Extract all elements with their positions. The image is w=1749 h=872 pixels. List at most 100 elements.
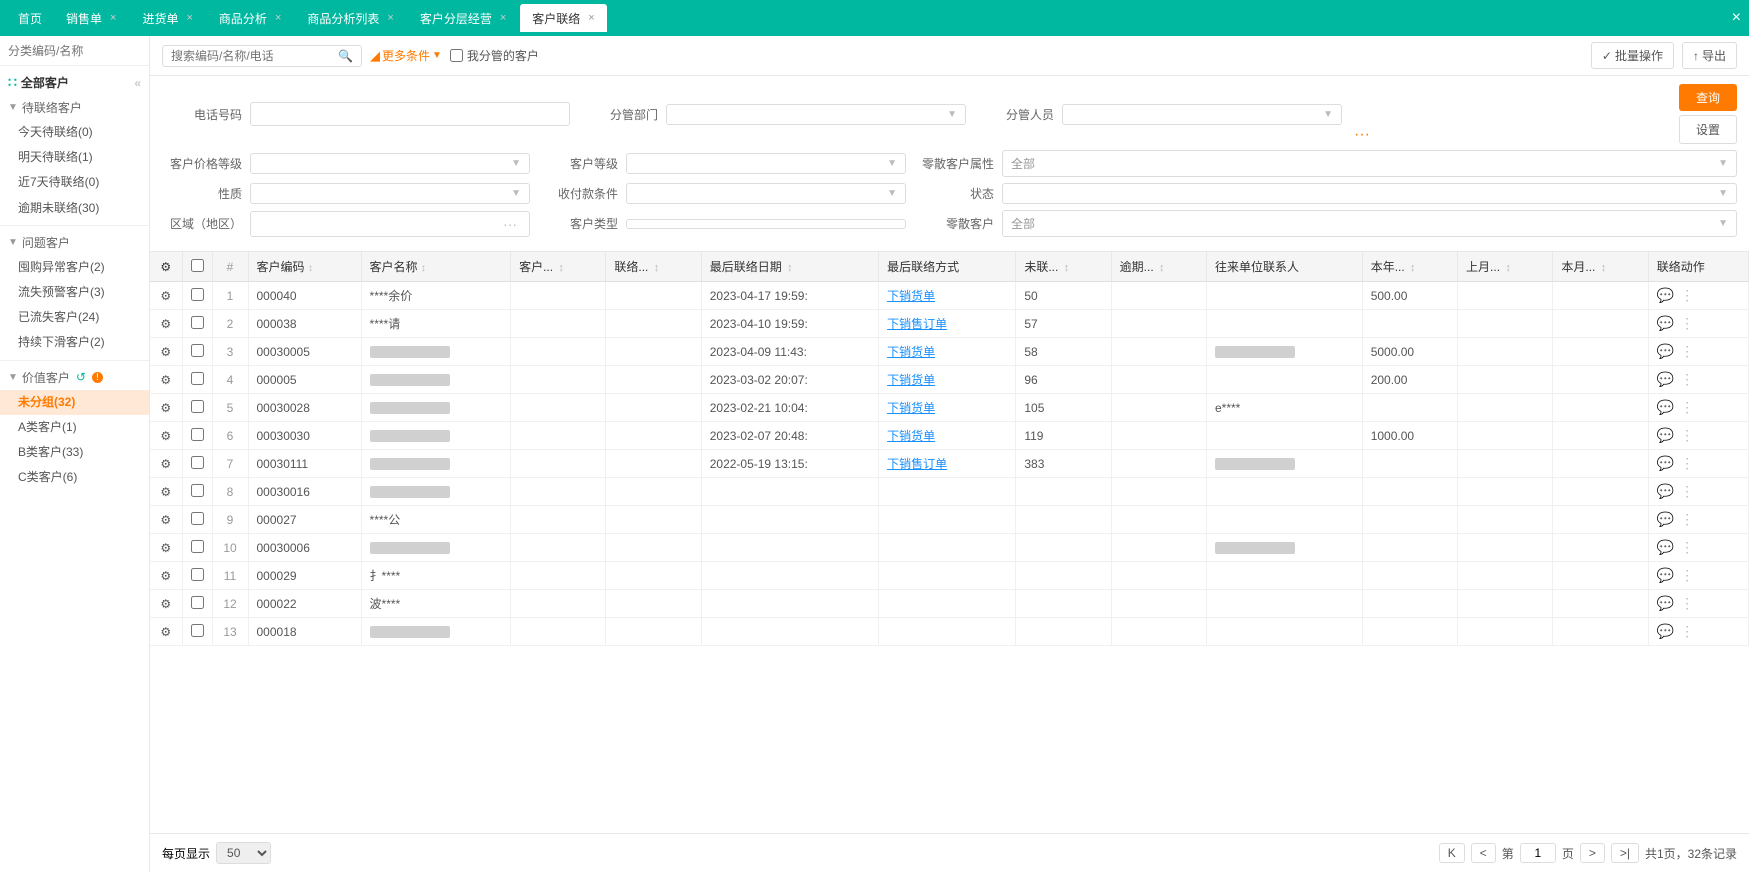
more-icon-11[interactable]: ⋮	[1680, 595, 1694, 612]
th-last-way[interactable]: 最后联络方式	[879, 252, 1016, 282]
row-gear-7[interactable]: ⚙	[150, 478, 182, 506]
customer-level-select[interactable]: ▼	[626, 153, 906, 174]
sidebar-item-7days[interactable]: 近7天待联络(0)	[0, 170, 149, 195]
status-select[interactable]: ▼	[1002, 183, 1737, 204]
price-level-select[interactable]: ▼	[250, 153, 530, 174]
next-page-btn[interactable]: >	[1580, 843, 1605, 863]
sidebar-item-b-class[interactable]: B类客户(33)	[0, 440, 149, 465]
th-gear[interactable]: ⚙	[150, 252, 182, 282]
sidebar-item-today[interactable]: 今天待联络(0)	[0, 120, 149, 145]
row-last-way-1[interactable]: 下销售订单	[879, 310, 1016, 338]
phone-input[interactable]	[250, 102, 570, 126]
close-sales-tab[interactable]: ×	[110, 12, 116, 24]
retail-attr-select[interactable]: 全部 ▼	[1002, 150, 1737, 177]
th-contact-person[interactable]: 往来单位联系人	[1207, 252, 1363, 282]
first-page-btn[interactable]: K	[1439, 843, 1465, 863]
more-icon-3[interactable]: ⋮	[1680, 371, 1694, 388]
tab-goods-analysis[interactable]: 商品分析 ×	[207, 4, 293, 32]
row-check-11[interactable]	[182, 590, 212, 618]
filter-search-box[interactable]: 🔍	[162, 45, 362, 67]
contact-icon-2[interactable]: 💬	[1657, 343, 1674, 360]
dept-select[interactable]: ▼	[666, 104, 966, 125]
row-checkbox-5[interactable]	[191, 428, 204, 441]
reset-btn[interactable]: 设置	[1679, 115, 1737, 144]
row-checkbox-3[interactable]	[191, 372, 204, 385]
section-problem-customers[interactable]: ▼ 问题客户	[0, 230, 149, 255]
region-select[interactable]: ···	[250, 211, 530, 237]
refresh-icon[interactable]: ↺	[76, 370, 86, 384]
contact-icon-0[interactable]: 💬	[1657, 287, 1674, 304]
contact-icon-12[interactable]: 💬	[1657, 623, 1674, 640]
row-check-12[interactable]	[182, 618, 212, 646]
tab-customer-contact[interactable]: 客户联络 ×	[520, 4, 606, 32]
sidebar-search-input[interactable]	[8, 44, 150, 58]
more-icon-10[interactable]: ⋮	[1680, 567, 1694, 584]
sidebar-search-box[interactable]: ⌕	[0, 36, 149, 66]
row-gear-12[interactable]: ⚙	[150, 618, 182, 646]
section-value-customers[interactable]: ▼ 价值客户 ↺ !	[0, 365, 149, 390]
more-icon-9[interactable]: ⋮	[1680, 539, 1694, 556]
contact-icon-7[interactable]: 💬	[1657, 483, 1674, 500]
export-btn[interactable]: ↑ 导出	[1682, 42, 1737, 69]
tab-home[interactable]: 首页	[8, 4, 52, 32]
extra-btn-1[interactable]: ···	[1350, 126, 1374, 144]
row-last-way-2[interactable]: 下销货单	[879, 338, 1016, 366]
row-check-4[interactable]	[182, 394, 212, 422]
my-customers-checkbox[interactable]	[450, 49, 463, 62]
row-check-1[interactable]	[182, 310, 212, 338]
row-check-6[interactable]	[182, 450, 212, 478]
close-customer-mgr-tab[interactable]: ×	[500, 12, 506, 24]
row-check-2[interactable]	[182, 338, 212, 366]
th-last-month[interactable]: 上月... ↕	[1458, 252, 1553, 282]
row-checkbox-1[interactable]	[191, 316, 204, 329]
more-icon-0[interactable]: ⋮	[1680, 287, 1694, 304]
contact-icon-4[interactable]: 💬	[1657, 399, 1674, 416]
more-conditions-btn[interactable]: ◢ 更多条件 ▼	[370, 47, 442, 64]
sidebar-item-c-class[interactable]: C类客户(6)	[0, 465, 149, 490]
retail-select[interactable]: 全部 ▼	[1002, 210, 1737, 237]
more-icon-8[interactable]: ⋮	[1680, 511, 1694, 528]
more-icon-6[interactable]: ⋮	[1680, 455, 1694, 472]
tab-customer-mgr[interactable]: 客户分层经营 ×	[408, 4, 518, 32]
row-last-way-0[interactable]: 下销货单	[879, 282, 1016, 310]
row-last-way-5[interactable]: 下销货单	[879, 422, 1016, 450]
th-last-date[interactable]: 最后联络日期 ↕	[701, 252, 878, 282]
contact-icon-10[interactable]: 💬	[1657, 567, 1674, 584]
current-page-input[interactable]	[1520, 843, 1556, 863]
row-check-5[interactable]	[182, 422, 212, 450]
row-gear-4[interactable]: ⚙	[150, 394, 182, 422]
tab-sales[interactable]: 销售单 ×	[54, 4, 128, 32]
contact-icon-11[interactable]: 💬	[1657, 595, 1674, 612]
sidebar-item-a-class[interactable]: A类客户(1)	[0, 415, 149, 440]
sidebar-all-customers[interactable]: ∷ 全部客户 «	[0, 66, 149, 95]
row-checkbox-11[interactable]	[191, 596, 204, 609]
th-contact[interactable]: 联络... ↕	[606, 252, 701, 282]
sidebar-item-abnormal[interactable]: 囤购异常客户(2)	[0, 255, 149, 280]
contact-icon-3[interactable]: 💬	[1657, 371, 1674, 388]
query-btn[interactable]: 查询	[1679, 84, 1737, 111]
filter-search-input[interactable]	[171, 49, 334, 63]
more-icon-2[interactable]: ⋮	[1680, 343, 1694, 360]
th-name[interactable]: 客户名称 ↕	[361, 252, 511, 282]
sidebar-item-churn-warn[interactable]: 流失预警客户(3)	[0, 280, 149, 305]
row-gear-1[interactable]: ⚙	[150, 310, 182, 338]
th-not-contact[interactable]: 未联... ↕	[1016, 252, 1111, 282]
person-select[interactable]: ▼	[1062, 104, 1342, 125]
close-purchase-tab[interactable]: ×	[186, 12, 192, 24]
row-check-8[interactable]	[182, 506, 212, 534]
last-page-btn[interactable]: >|	[1611, 843, 1639, 863]
close-goods-list-tab[interactable]: ×	[387, 12, 393, 24]
cust-type-select[interactable]	[626, 219, 906, 229]
row-last-way-3[interactable]: 下销货单	[879, 366, 1016, 394]
row-check-0[interactable]	[182, 282, 212, 310]
row-checkbox-2[interactable]	[191, 344, 204, 357]
row-last-way-4[interactable]: 下销货单	[879, 394, 1016, 422]
region-more[interactable]: ···	[499, 216, 521, 232]
sidebar-collapse-icon[interactable]: «	[134, 76, 141, 90]
my-customers-filter[interactable]: 我分管的客户	[450, 47, 539, 64]
row-gear-8[interactable]: ⚙	[150, 506, 182, 534]
page-size-select[interactable]: 50 20 100	[216, 842, 271, 864]
row-gear-9[interactable]: ⚙	[150, 534, 182, 562]
row-last-way-6[interactable]: 下销售订单	[879, 450, 1016, 478]
th-check[interactable]	[182, 252, 212, 282]
